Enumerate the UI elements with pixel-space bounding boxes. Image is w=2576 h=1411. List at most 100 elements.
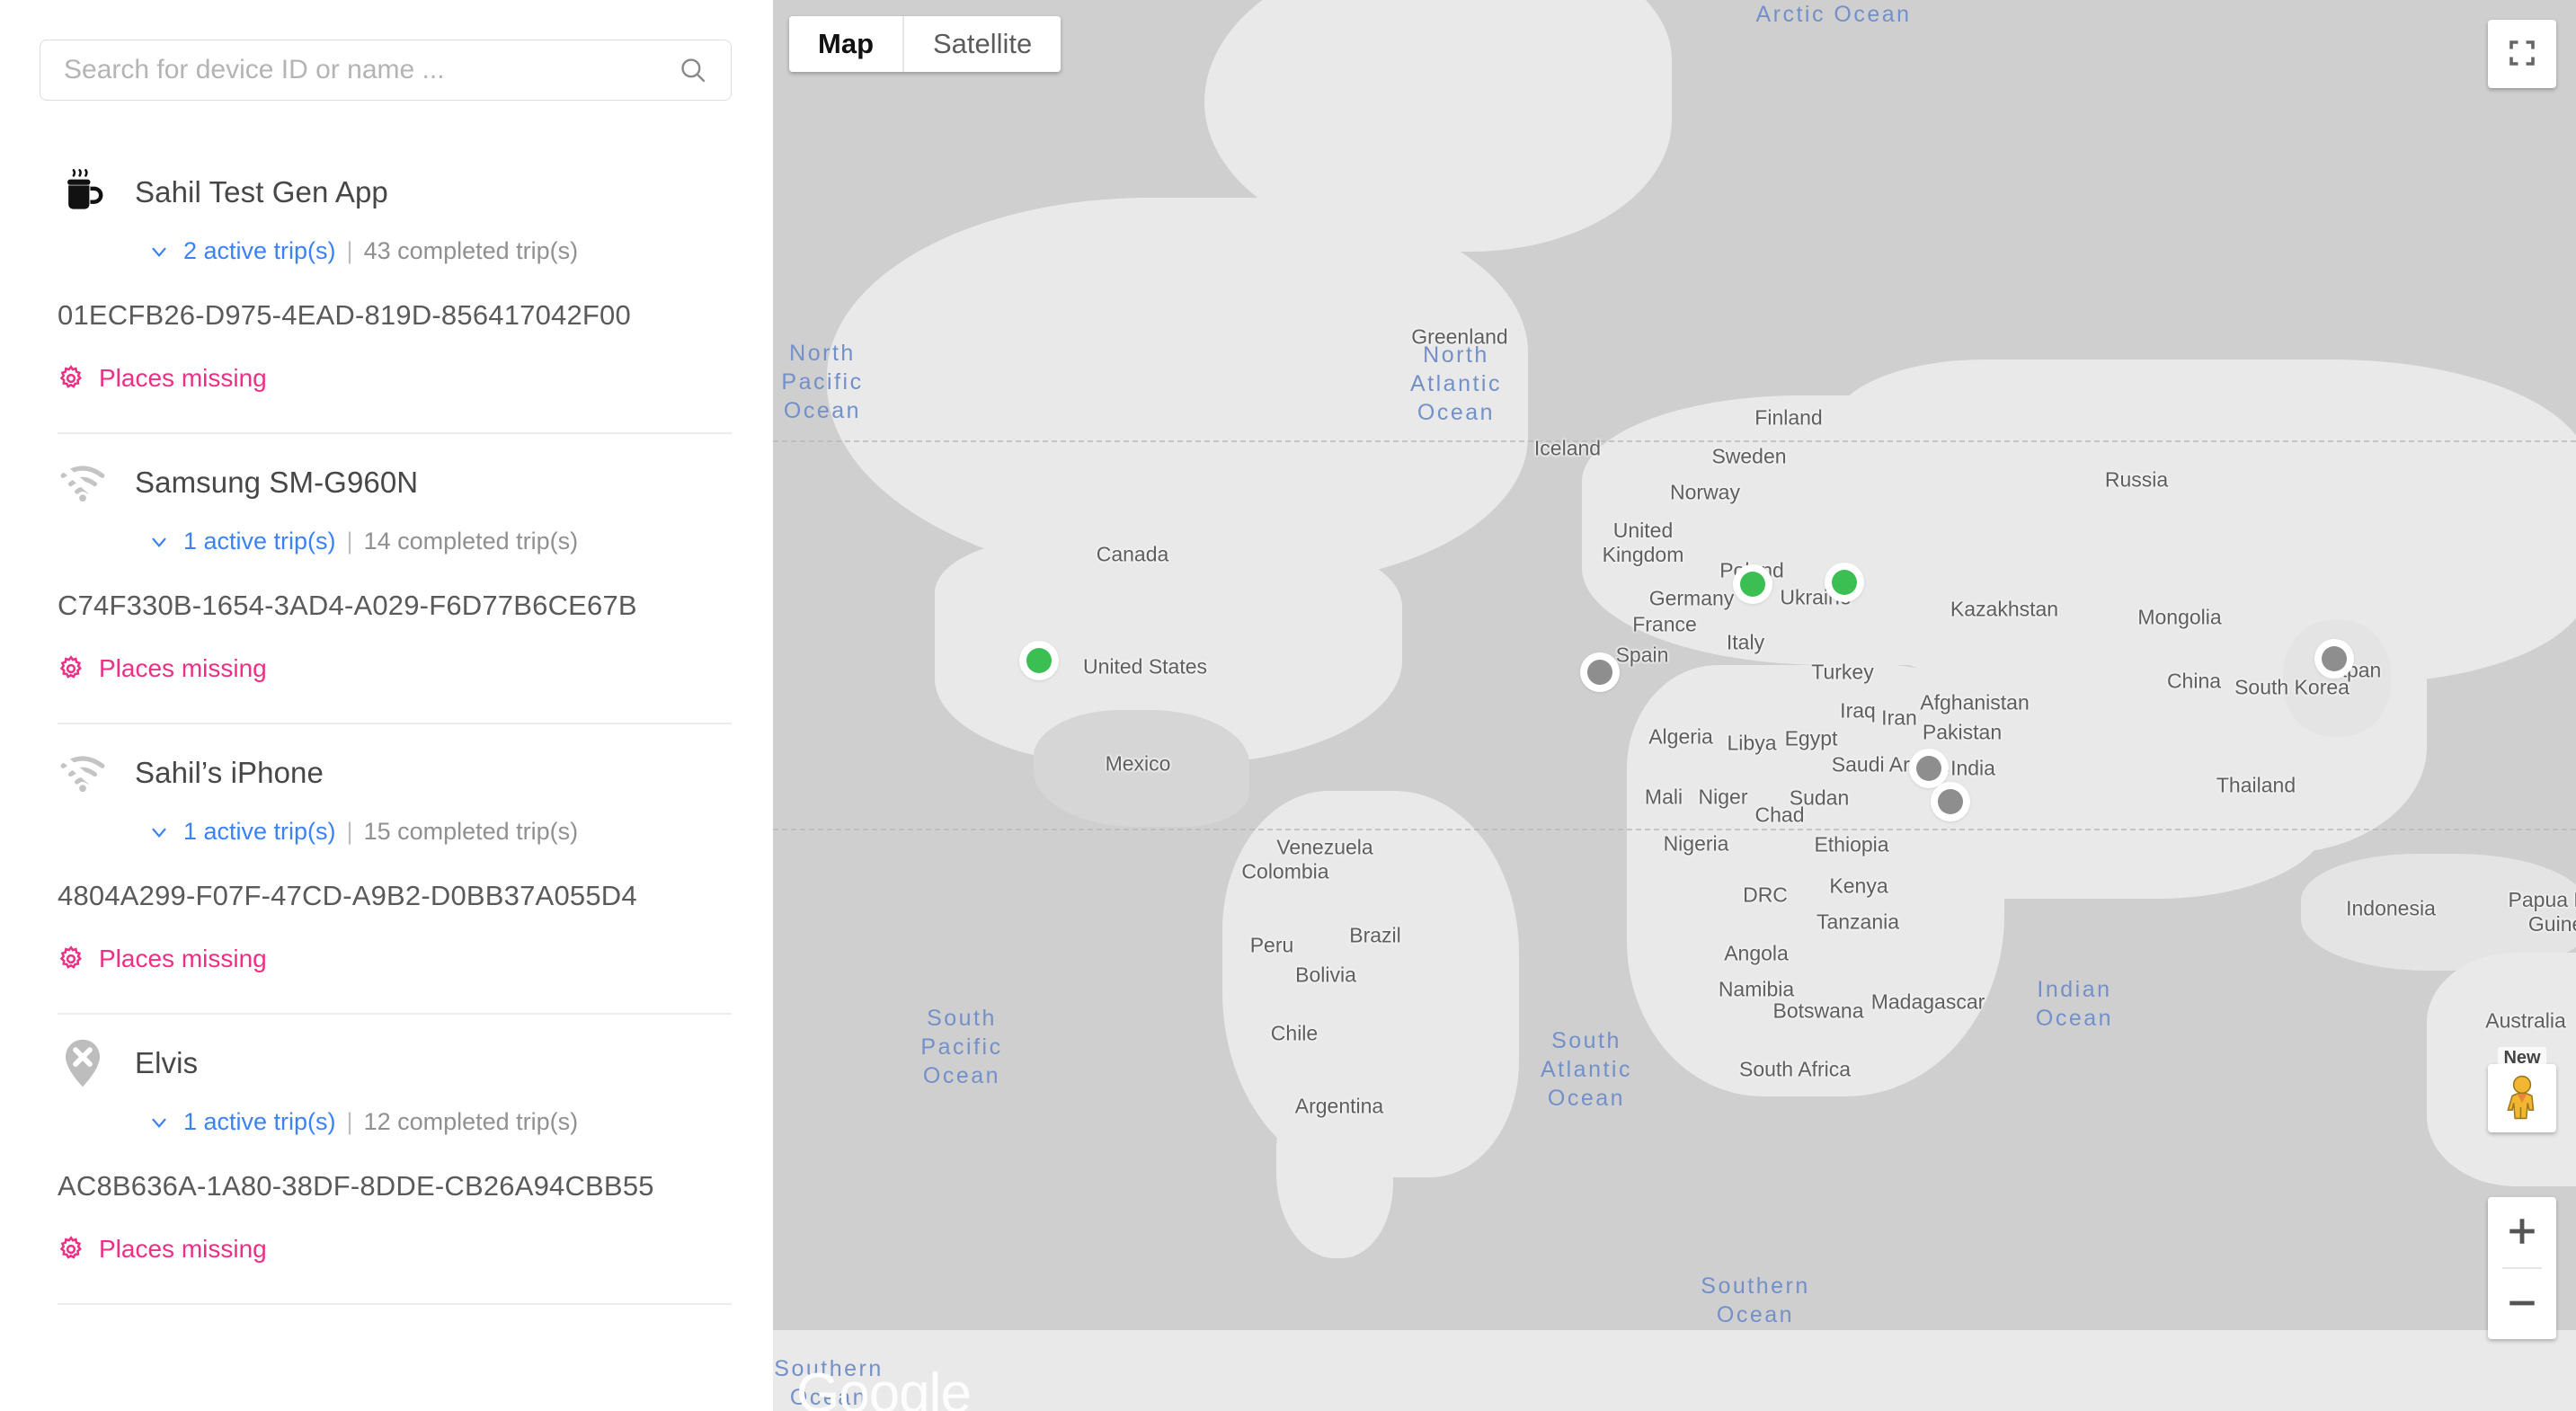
device-list-item[interactable]: Sahil’s iPhone 1 active trip(s) | 15 com… [0, 724, 773, 1013]
device-id: C74F330B-1654-3AD4-A029-F6D77B6CE67B [58, 590, 637, 621]
zoom-out-button[interactable] [2488, 1269, 2556, 1339]
device-id: AC8B636A-1A80-38DF-8DDE-CB26A94CBB55 [58, 1170, 654, 1202]
marker-dot [1740, 572, 1765, 597]
marker-dot [1938, 789, 1963, 814]
chevron-down-icon[interactable] [147, 530, 171, 554]
tab-map[interactable]: Map [789, 16, 902, 72]
completed-trips-label: 15 completed trip(s) [363, 818, 579, 845]
map-marker-inactive[interactable] [1931, 782, 1970, 821]
device-list-item[interactable]: Sahil Test Gen App 2 active trip(s) | 43… [0, 144, 773, 432]
trip-separator: | [346, 1108, 353, 1135]
gear-icon [58, 365, 84, 392]
chevron-down-icon[interactable] [147, 240, 171, 263]
map-marker-active[interactable] [1019, 641, 1059, 680]
wifi-off-icon [58, 748, 108, 798]
fullscreen-button[interactable] [2488, 20, 2556, 88]
device-header: Sahil’s iPhone [58, 724, 732, 798]
street-view-control: New [2488, 1047, 2556, 1132]
trip-summary-row[interactable]: 1 active trip(s) | 15 completed trip(s) [58, 818, 732, 846]
fullscreen-icon [2506, 37, 2538, 72]
device-header: Samsung SM-G960N [58, 434, 732, 508]
marker-dot [1587, 660, 1612, 685]
device-name: Sahil’s iPhone [135, 756, 324, 789]
pegman-icon [2501, 1075, 2543, 1123]
landmass-antarctica [773, 1330, 2576, 1411]
gear-icon [58, 945, 84, 972]
pegman-button[interactable] [2488, 1064, 2556, 1132]
device-list-item[interactable]: Elvis 1 active trip(s) | 12 completed tr… [0, 1015, 773, 1303]
ocean-label: Arctic Ocean [1755, 2, 1912, 27]
places-missing-label: Places missing [99, 654, 267, 682]
zoom-control [2488, 1197, 2556, 1339]
map-marker-inactive[interactable] [1580, 652, 1620, 692]
ocean-label: South Pacific Ocean [920, 1006, 1003, 1088]
places-missing-row[interactable]: Places missing [58, 654, 732, 723]
places-missing-row[interactable]: Places missing [58, 364, 732, 432]
gear-icon [58, 1236, 84, 1263]
gear-icon [58, 655, 84, 682]
trip-separator: | [346, 818, 353, 845]
ocean-label: South Atlantic Ocean [1541, 1028, 1632, 1111]
places-missing-label: Places missing [99, 1235, 267, 1263]
landmass-japan [2283, 620, 2391, 737]
tab-satellite[interactable]: Satellite [904, 16, 1061, 72]
wifi-off-icon [58, 457, 108, 508]
map-marker-active[interactable] [1825, 563, 1864, 602]
minus-icon [2507, 1288, 2537, 1321]
coffee-mug-icon [58, 167, 108, 217]
trip-summary-row[interactable]: 2 active trip(s) | 43 completed trip(s) [58, 237, 732, 265]
map-type-control: Map Satellite [789, 16, 1061, 72]
device-list-item[interactable]: Samsung SM-G960N 1 active trip(s) | 14 c… [0, 434, 773, 723]
device-tracking-app: Sahil Test Gen App 2 active trip(s) | 43… [0, 0, 2576, 1411]
map-canvas[interactable]: Arctic Ocean North Pacific Ocean North Atl… [773, 0, 2576, 1411]
device-name: Sahil Test Gen App [135, 175, 388, 209]
active-trips-link[interactable]: 1 active trip(s) [183, 528, 336, 555]
ocean-label: Indian Ocean [2035, 977, 2114, 1031]
trip-separator: | [346, 528, 353, 555]
search-input[interactable] [40, 40, 732, 101]
trip-summary-row[interactable]: 1 active trip(s) | 14 completed trip(s) [58, 528, 732, 555]
search-container [40, 40, 732, 101]
zoom-in-button[interactable] [2488, 1197, 2556, 1267]
device-id: 4804A299-F07F-47CD-A9B2-D0BB37A055D4 [58, 880, 637, 911]
trip-separator: | [346, 237, 353, 264]
completed-trips-label: 12 completed trip(s) [363, 1108, 579, 1135]
country-label: Spain [1615, 643, 1669, 667]
places-missing-label: Places missing [99, 945, 267, 972]
device-name: Elvis [135, 1046, 199, 1079]
landmass-canada [827, 198, 1528, 584]
plus-icon [2507, 1216, 2537, 1249]
places-missing-label: Places missing [99, 364, 267, 392]
device-list: Sahil Test Gen App 2 active trip(s) | 43… [0, 144, 773, 1305]
marker-dot [1832, 570, 1857, 595]
active-trips-link[interactable]: 2 active trip(s) [183, 237, 336, 265]
active-trips-link[interactable]: 1 active trip(s) [183, 1108, 336, 1136]
completed-trips-label: 43 completed trip(s) [363, 237, 579, 264]
map-marker-active[interactable] [1733, 564, 1772, 604]
ocean-label: Southern Ocean [1701, 1273, 1810, 1327]
trip-summary-row[interactable]: 1 active trip(s) | 12 completed trip(s) [58, 1108, 732, 1136]
search-icon[interactable] [678, 55, 708, 85]
device-divider [58, 1303, 732, 1305]
completed-trips-label: 14 completed trip(s) [363, 528, 579, 555]
device-id: 01ECFB26-D975-4EAD-819D-856417042F00 [58, 299, 631, 331]
places-missing-row[interactable]: Places missing [58, 945, 732, 1013]
places-missing-row[interactable]: Places missing [58, 1235, 732, 1303]
device-header: Sahil Test Gen App [58, 144, 732, 217]
marker-dot [1026, 648, 1052, 673]
chevron-down-icon[interactable] [147, 1111, 171, 1134]
marker-dot [2322, 646, 2347, 671]
landmass-southern-cone [1276, 1087, 1393, 1258]
equator-gridline [773, 829, 2576, 830]
pegman-new-badge: New [2498, 1047, 2546, 1069]
map-marker-inactive[interactable] [2314, 639, 2354, 679]
device-name: Samsung SM-G960N [135, 466, 419, 499]
marker-dot [1916, 756, 1941, 781]
active-trips-link[interactable]: 1 active trip(s) [183, 818, 336, 846]
device-header: Elvis [58, 1015, 732, 1088]
chevron-down-icon[interactable] [147, 821, 171, 844]
tropic-gridline-north [773, 440, 2576, 442]
pin-disabled-icon [58, 1038, 108, 1088]
landmass-mexico [1034, 710, 1249, 827]
device-sidebar: Sahil Test Gen App 2 active trip(s) | 43… [0, 0, 773, 1411]
